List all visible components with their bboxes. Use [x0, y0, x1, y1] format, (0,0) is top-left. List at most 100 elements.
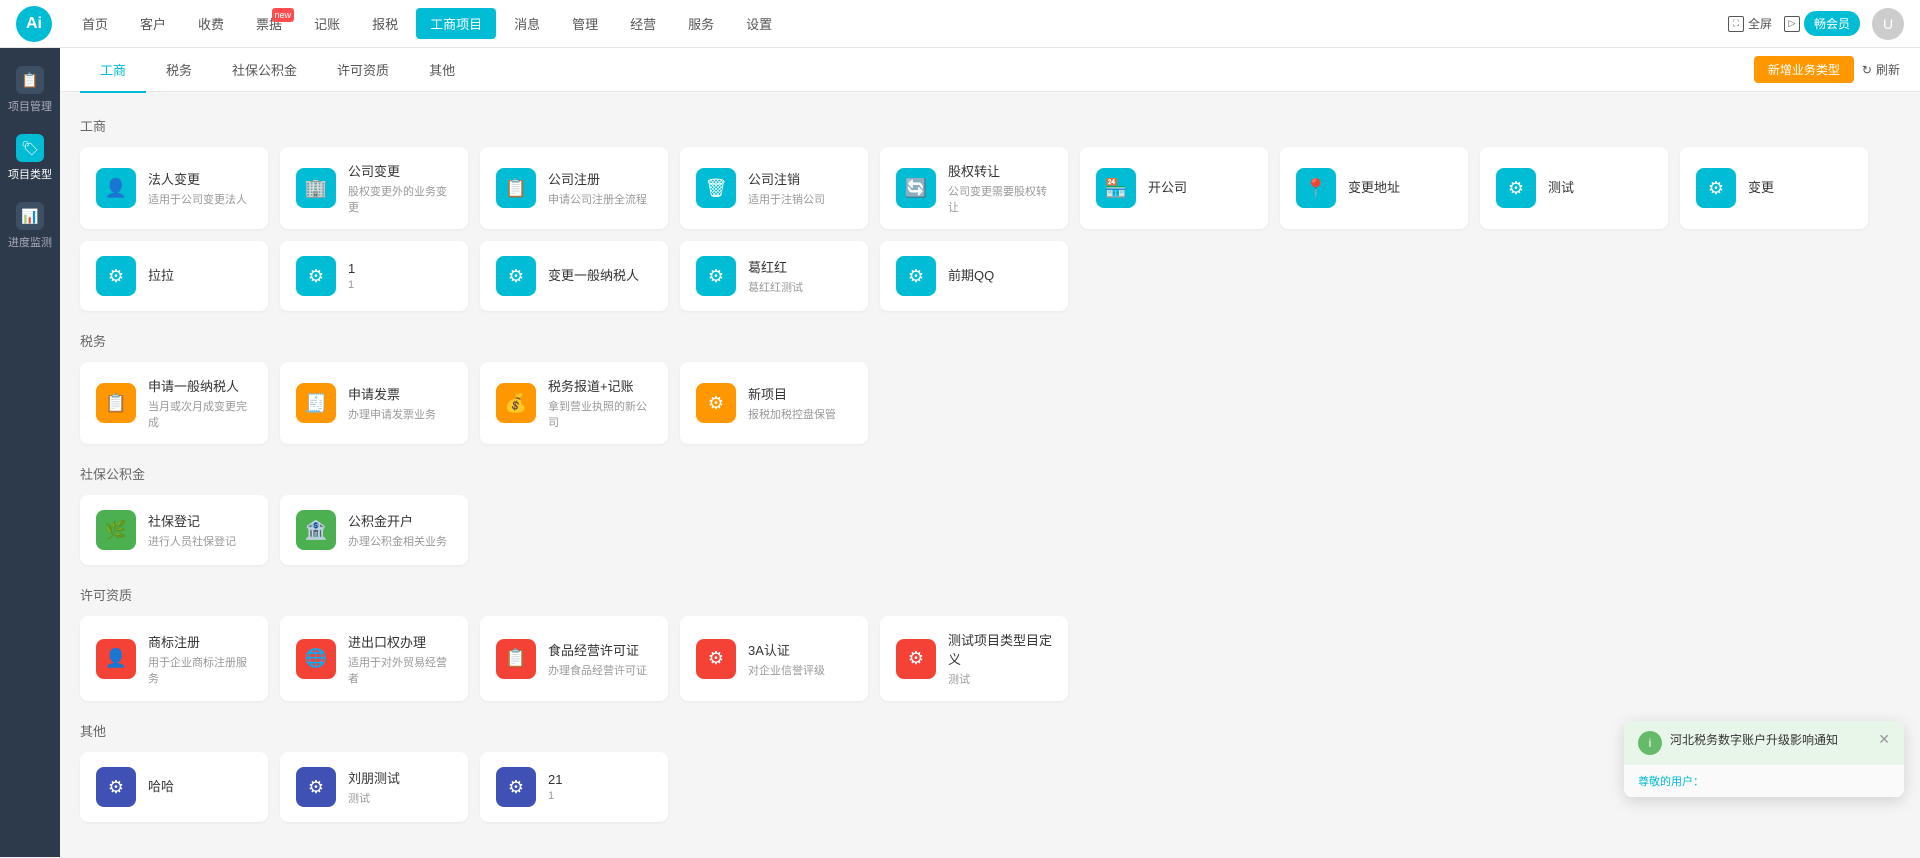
nav-item-settings[interactable]: 设置 — [732, 8, 786, 39]
card-legal-change[interactable]: 👤法人变更适用于公司变更法人 — [80, 147, 268, 229]
card-liupeng-test[interactable]: ⚙刘朋测试测试 — [280, 752, 468, 822]
card-name-3a-cert: 3A认证 — [748, 640, 852, 659]
card-trademark[interactable]: 👤商标注册用于企业商标注册服务 — [80, 616, 268, 701]
card-info-liupeng-test: 刘朋测试测试 — [348, 768, 452, 806]
card-info-tax-report: 税务报道+记账拿到营业执照的新公司 — [548, 376, 652, 430]
fullscreen-btn[interactable]: ⛶ 全屏 — [1728, 15, 1772, 32]
card-desc-equity-transfer: 公司变更需要股权转让 — [948, 183, 1052, 215]
card-desc-tax-report: 拿到营业执照的新公司 — [548, 398, 652, 430]
card-import-export[interactable]: 🌐进出口权办理适用于对外贸易经营者 — [280, 616, 468, 701]
card-info-gehonghong: 葛红红葛红红测试 — [748, 257, 852, 295]
card-gehonghong[interactable]: ⚙ 葛红红葛红红测试 — [680, 241, 868, 311]
card-info-one: 11 — [348, 261, 452, 291]
card-apply-taxpayer[interactable]: 📋申请一般纳税人当月或次月成变更完成 — [80, 362, 268, 444]
card-icon-gehonghong: ⚙ — [696, 256, 736, 296]
tab-shebao[interactable]: 社保公积金 — [212, 48, 317, 93]
tab-shuiwu[interactable]: 税务 — [146, 48, 212, 93]
card-open-company[interactable]: 🏪开公司 — [1080, 147, 1268, 229]
card-icon-3a-cert: ⚙ — [696, 639, 736, 679]
nav-item-accounting[interactable]: 记账 — [300, 8, 354, 39]
card-tax-report[interactable]: 💰税务报道+记账拿到营业执照的新公司 — [480, 362, 668, 444]
card-social-insurance[interactable]: 🌿社保登记进行人员社保登记 — [80, 495, 268, 565]
card-new-project[interactable]: ⚙新项目报税加税控盘保管 — [680, 362, 868, 444]
cards-grid-shuiwu: 📋申请一般纳税人当月或次月成变更完成🧾申请发票办理申请发票业务💰税务报道+记账拿… — [80, 362, 1900, 444]
card-equity-transfer[interactable]: 🔄 股权转让公司变更需要股权转让 — [880, 147, 1068, 229]
nav-item-customers[interactable]: 客户 — [126, 8, 180, 39]
card-company-change[interactable]: 🏢 公司变更股权变更外的业务变更 — [280, 147, 468, 229]
card-lala[interactable]: ⚙ 拉拉 — [80, 241, 268, 311]
card-icon-company-reg: 📋 — [496, 168, 536, 208]
card-haha[interactable]: ⚙哈哈 — [80, 752, 268, 822]
sidebar-item-project-type[interactable]: 🏷 项目类型 — [0, 124, 60, 192]
refresh-button[interactable]: ↻ 刷新 — [1862, 61, 1900, 78]
card-name-apply-invoice: 申请发票 — [348, 384, 452, 403]
card-info-equity-transfer: 股权转让公司变更需要股权转让 — [948, 161, 1052, 215]
card-name-company-change: 公司变更 — [348, 161, 452, 180]
notif-header: i 河北税务数字账户升级影响通知 ✕ — [1624, 721, 1904, 765]
nav-item-billing[interactable]: 收费 — [184, 8, 238, 39]
card-one[interactable]: ⚙11 — [280, 241, 468, 311]
avatar[interactable]: U — [1872, 8, 1904, 40]
notification-popup: i 河北税务数字账户升级影响通知 ✕ 尊敬的用户： — [1624, 721, 1904, 797]
notif-user[interactable]: 尊敬的用户： — [1638, 776, 1704, 788]
card-twenty-one[interactable]: ⚙211 — [480, 752, 668, 822]
card-test[interactable]: ⚙测试 — [1480, 147, 1668, 229]
card-change-address[interactable]: 📍变更地址 — [1280, 147, 1468, 229]
badge-new: new — [272, 8, 295, 22]
card-company-cancel[interactable]: 🗑公司注销适用于注销公司 — [680, 147, 868, 229]
card-name-change: 变更 — [1748, 177, 1852, 196]
card-3a-cert[interactable]: ⚙3A认证对企业信誉评级 — [680, 616, 868, 701]
card-icon-trademark: 👤 — [96, 639, 136, 679]
section-title-shebao: 社保公积金 — [80, 464, 1900, 483]
nav-item-bizproject[interactable]: 工商项目 — [416, 8, 496, 39]
card-qqprev[interactable]: ⚙前期QQ — [880, 241, 1068, 311]
sub-tabs: 工商税务社保公积金许可资质其他 新增业务类型 ↻ 刷新 — [60, 48, 1920, 92]
notif-close-button[interactable]: ✕ — [1878, 731, 1890, 748]
card-desc-company-change: 股权变更外的业务变更 — [348, 183, 452, 215]
card-change[interactable]: ⚙变更 — [1680, 147, 1868, 229]
nav-item-operations[interactable]: 经营 — [616, 8, 670, 39]
nav-items: 首页客户收费票据new记账报税工商项目消息管理经营服务设置 — [68, 8, 1728, 39]
card-food-permit[interactable]: 📋 食品经营许可证办理食品经营许可证 — [480, 616, 668, 701]
nav-item-tax[interactable]: 报税 — [358, 8, 412, 39]
card-name-lala: 拉拉 — [148, 265, 252, 284]
card-icon-equity-transfer: 🔄 — [896, 168, 936, 208]
card-icon-food-permit: 📋 — [496, 639, 536, 679]
card-test-type-def[interactable]: ⚙测试项目类型目定义测试 — [880, 616, 1068, 701]
card-desc-social-insurance: 进行人员社保登记 — [148, 533, 252, 549]
card-fund-account[interactable]: 🏦公积金开户办理公积金相关业务 — [280, 495, 468, 565]
card-apply-invoice[interactable]: 🧾申请发票办理申请发票业务 — [280, 362, 468, 444]
card-name-test: 测试 — [1548, 177, 1652, 196]
card-icon-change-taxpayer: ⚙ — [496, 256, 536, 296]
card-info-food-permit: 食品经营许可证办理食品经营许可证 — [548, 640, 652, 678]
section-title-shuiwu: 税务 — [80, 331, 1900, 350]
nav-item-home[interactable]: 首页 — [68, 8, 122, 39]
tab-xuke[interactable]: 许可资质 — [317, 48, 409, 93]
sidebar-label-project-mgmt: 项目管理 — [8, 98, 52, 114]
card-icon-fund-account: 🏦 — [296, 510, 336, 550]
nav-item-messages[interactable]: 消息 — [500, 8, 554, 39]
nav-item-management[interactable]: 管理 — [558, 8, 612, 39]
card-change-taxpayer[interactable]: ⚙变更一般纳税人 — [480, 241, 668, 311]
card-icon-company-change: 🏢 — [296, 168, 336, 208]
member-btn[interactable]: ▷ 畅会员 — [1784, 11, 1860, 36]
card-name-twenty-one: 21 — [548, 772, 652, 787]
nav-item-tickets[interactable]: 票据new — [242, 8, 296, 39]
card-desc-test-type-def: 测试 — [948, 671, 1052, 687]
tab-other[interactable]: 其他 — [409, 48, 475, 93]
nav-item-services[interactable]: 服务 — [674, 8, 728, 39]
card-name-one: 1 — [348, 261, 452, 276]
card-info-company-change: 公司变更股权变更外的业务变更 — [348, 161, 452, 215]
card-name-gehonghong: 葛红红 — [748, 257, 852, 276]
sidebar-item-project-mgmt[interactable]: 📋 项目管理 — [0, 56, 60, 124]
sidebar-item-progress[interactable]: 📊 进度监测 — [0, 192, 60, 260]
card-desc-apply-taxpayer: 当月或次月成变更完成 — [148, 398, 252, 430]
card-info-test-type-def: 测试项目类型目定义测试 — [948, 630, 1052, 687]
tab-gongshang[interactable]: 工商 — [80, 48, 146, 93]
new-type-button[interactable]: 新增业务类型 — [1754, 56, 1854, 83]
card-company-reg[interactable]: 📋公司注册申请公司注册全流程 — [480, 147, 668, 229]
card-icon-import-export: 🌐 — [296, 639, 336, 679]
section-title-gongshang: 工商 — [80, 116, 1900, 135]
card-icon-lala: ⚙ — [96, 256, 136, 296]
card-name-test-type-def: 测试项目类型目定义 — [948, 630, 1052, 668]
